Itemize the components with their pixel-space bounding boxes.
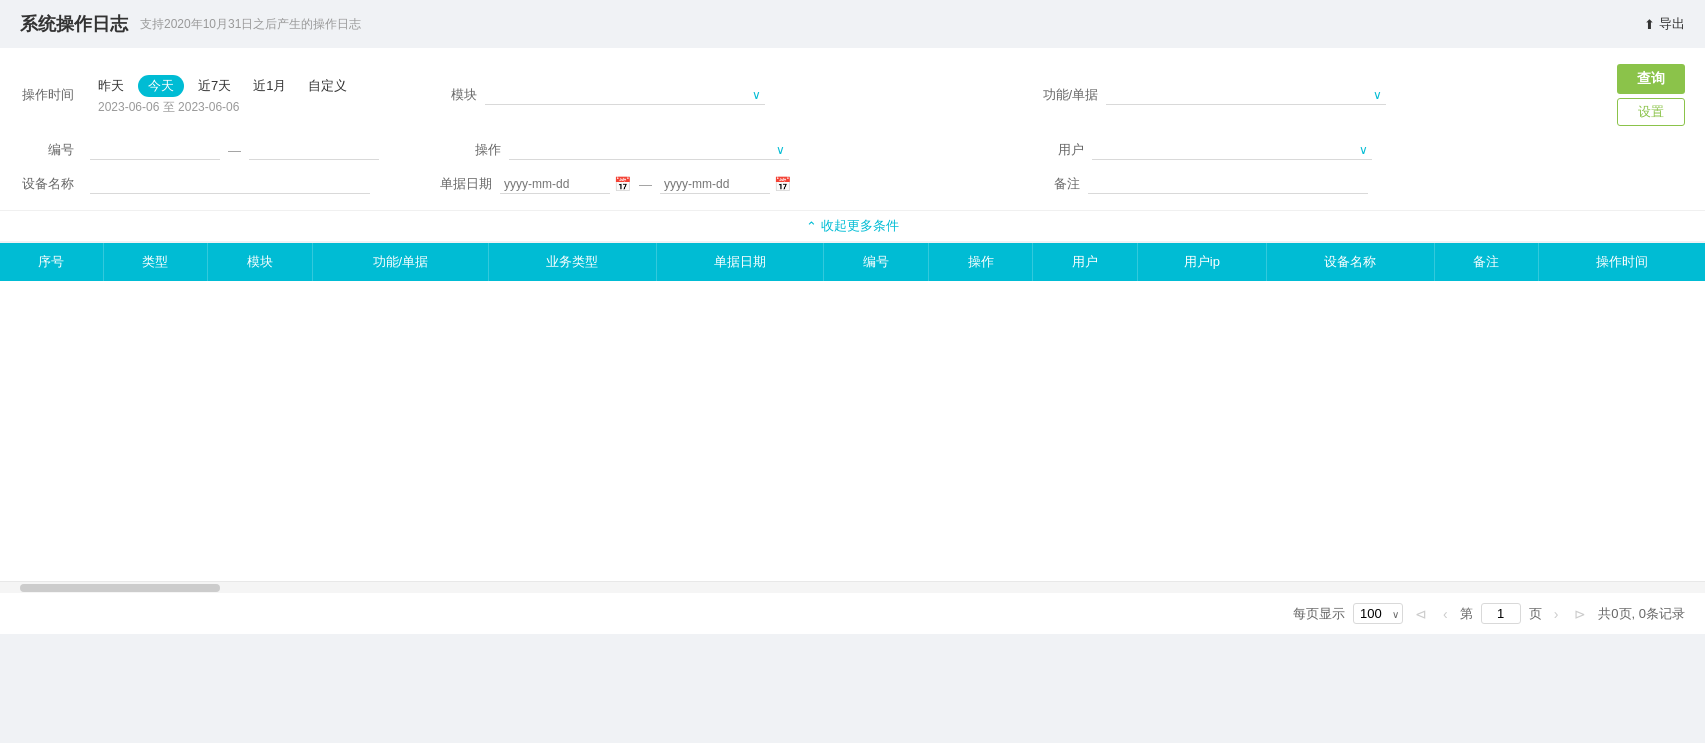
time-btn-7days[interactable]: 近7天 [190, 75, 239, 97]
col-module: 模块 [208, 243, 312, 281]
device-label: 设备名称 [22, 176, 82, 191]
page-subtitle: 支持2020年10月31日之后产生的操作日志 [140, 16, 361, 33]
page-title: 系统操作日志 [20, 12, 128, 36]
page-header: 系统操作日志 支持2020年10月31日之后产生的操作日志 ⬆ 导出 [0, 0, 1705, 48]
date-dash: — [639, 177, 652, 192]
time-btn-today[interactable]: 今天 [138, 75, 184, 97]
col-operation: 操作 [928, 243, 1032, 281]
function-select-wrapper: ∨ [1106, 85, 1386, 105]
remark-input[interactable] [1088, 174, 1368, 194]
date-label: 单据日期 [430, 175, 500, 193]
function-label: 功能/单据 [1026, 86, 1106, 104]
page-label: 第 [1460, 605, 1473, 623]
per-page-label: 每页显示 [1293, 605, 1345, 623]
page-size-select[interactable]: 10 20 50 100 [1353, 603, 1403, 624]
col-number: 序号 [0, 243, 103, 281]
pagination-bar: 每页显示 10 20 50 100 ⊲ ‹ 第 页 › ⊳ 共0页, 0条记录 [0, 593, 1705, 634]
col-type: 类型 [103, 243, 207, 281]
operation-select-wrapper: ∨ [509, 140, 789, 160]
page-suffix: 页 [1529, 605, 1542, 623]
table-header: 序号 类型 模块 功能/单据 业务类型 单据日期 编号 操作 用户 用户ip 设… [0, 243, 1705, 281]
user-select-wrapper: ∨ [1092, 140, 1372, 160]
number-end-input[interactable] [249, 140, 379, 160]
function-select[interactable] [1106, 85, 1386, 104]
settings-button[interactable]: 设置 [1617, 98, 1685, 126]
time-btn-1month[interactable]: 近1月 [245, 75, 294, 97]
scrollbar-thumb[interactable] [20, 584, 220, 592]
time-label: 操作时间 [22, 87, 82, 102]
col-user: 用户 [1033, 243, 1137, 281]
date-input-group: 📅 — 📅 [500, 175, 791, 194]
number-label: 编号 [48, 142, 82, 157]
filter-section: 操作时间 昨天 今天 近7天 近1月 自定义 2023-06-06 至 2023… [0, 48, 1705, 210]
time-range: 2023-06-06 至 2023-06-06 [98, 99, 355, 116]
last-page-button[interactable]: ⊳ [1570, 604, 1590, 624]
prev-page-button[interactable]: ‹ [1439, 604, 1452, 624]
module-select[interactable] [485, 85, 765, 104]
time-buttons: 昨天 今天 近7天 近1月 自定义 [90, 75, 355, 97]
col-userip: 用户ip [1137, 243, 1266, 281]
horizontal-scrollbar[interactable] [0, 581, 1705, 593]
export-button[interactable]: ⬆ 导出 [1644, 15, 1685, 33]
module-label: 模块 [415, 86, 485, 104]
time-btn-yesterday[interactable]: 昨天 [90, 75, 132, 97]
module-select-wrapper: ∨ [485, 85, 765, 105]
filter-row-2: 编号 — 操作 ∨ 用户 ∨ [20, 140, 1685, 160]
collapse-icon: ⌃ [806, 219, 817, 234]
device-input[interactable] [90, 174, 370, 194]
collapse-label: 收起更多条件 [821, 217, 899, 235]
filter-row-3: 设备名称 单据日期 📅 — 📅 备注 [20, 174, 1685, 194]
col-device: 设备名称 [1266, 243, 1434, 281]
total-info: 共0页, 0条记录 [1598, 605, 1685, 623]
export-label: 导出 [1659, 15, 1685, 33]
number-dash: — [228, 143, 241, 158]
date-start-input[interactable] [500, 175, 610, 194]
table-header-row: 序号 类型 模块 功能/单据 业务类型 单据日期 编号 操作 用户 用户ip 设… [0, 243, 1705, 281]
action-buttons: 查询 设置 [1617, 64, 1685, 126]
col-biztype: 业务类型 [489, 243, 657, 281]
time-btn-custom[interactable]: 自定义 [300, 75, 355, 97]
operation-select[interactable] [509, 140, 789, 159]
operation-label: 操作 [439, 141, 509, 159]
remark-label: 备注 [1008, 175, 1088, 193]
table-section: 序号 类型 模块 功能/单据 业务类型 单据日期 编号 操作 用户 用户ip 设… [0, 243, 1705, 581]
query-button[interactable]: 查询 [1617, 64, 1685, 94]
data-table: 序号 类型 模块 功能/单据 业务类型 单据日期 编号 操作 用户 用户ip 设… [0, 243, 1705, 281]
page-size-wrapper: 10 20 50 100 [1353, 603, 1403, 624]
first-page-button[interactable]: ⊲ [1411, 604, 1431, 624]
user-select[interactable] [1092, 140, 1372, 159]
export-icon: ⬆ [1644, 17, 1655, 32]
col-optime: 操作时间 [1538, 243, 1705, 281]
collapse-bar: ⌃ 收起更多条件 [0, 210, 1705, 241]
date-end-input[interactable] [660, 175, 770, 194]
next-page-button[interactable]: › [1550, 604, 1563, 624]
collapse-button[interactable]: ⌃ 收起更多条件 [806, 217, 899, 235]
user-label: 用户 [1012, 141, 1092, 159]
number-start-input[interactable] [90, 140, 220, 160]
empty-area [0, 281, 1705, 581]
date-end-calendar-icon[interactable]: 📅 [774, 176, 791, 192]
col-remark: 备注 [1434, 243, 1538, 281]
col-number2: 编号 [824, 243, 928, 281]
col-date: 单据日期 [656, 243, 824, 281]
filter-row-1: 操作时间 昨天 今天 近7天 近1月 自定义 2023-06-06 至 2023… [20, 64, 1685, 126]
col-function: 功能/单据 [312, 243, 488, 281]
page-input[interactable] [1481, 603, 1521, 624]
date-start-calendar-icon[interactable]: 📅 [614, 176, 631, 192]
